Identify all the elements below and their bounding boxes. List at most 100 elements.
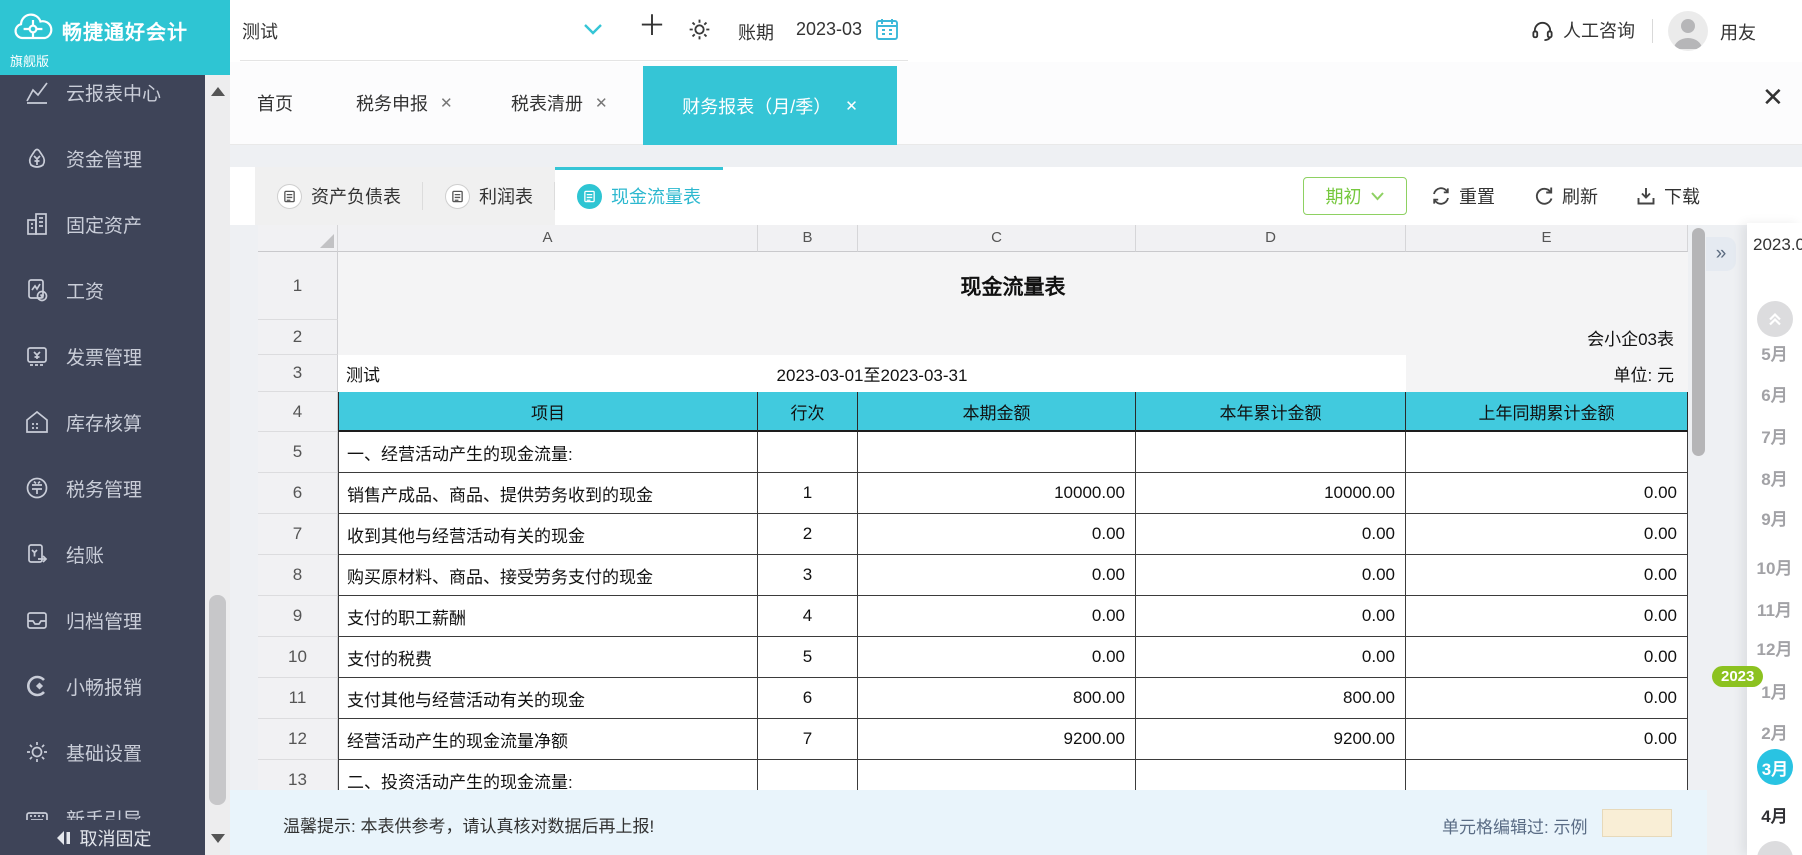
add-account-button[interactable]: ＋ [638,12,666,40]
report-tab-cash-flow-active[interactable]: 现金流量表 [555,167,723,225]
month-item-active[interactable]: 3月 [1757,749,1793,785]
period-value[interactable]: 2023-03 [796,19,862,40]
table-header-line[interactable]: 行次 [758,392,858,432]
row-number[interactable]: 8 [258,555,338,596]
table-header-current[interactable]: 本期金额 [858,392,1136,432]
unit-cell[interactable]: 单位: 元 [1406,355,1688,392]
value-cell[interactable]: 0.00 [1406,637,1688,678]
row-number[interactable]: 10 [258,637,338,678]
sidebar-item-invoices[interactable]: 发票管理 [0,323,205,389]
settings-gear-icon[interactable] [686,16,713,48]
month-item[interactable]: 9月 [1747,505,1802,530]
close-icon[interactable]: ✕ [1762,84,1784,110]
sidebar-item-cloud-reports[interactable]: 云报表中心 [0,75,205,125]
sidebar-item-funds[interactable]: 资金管理 [0,125,205,191]
row-number[interactable]: 13 [258,760,338,790]
chevron-down-icon[interactable] [582,22,604,41]
column-header-c[interactable]: C [858,225,1136,252]
avatar[interactable] [1668,11,1708,51]
item-cell[interactable]: 销售产成品、商品、提供劳务收到的现金 [338,473,758,514]
sidebar-item-tax[interactable]: 税务管理 [0,455,205,521]
month-item[interactable]: 6月 [1747,381,1802,406]
value-cell[interactable]: 0.00 [1136,555,1406,596]
sidebar-scroll-up-icon[interactable] [211,87,225,96]
month-item[interactable]: 8月 [1747,465,1802,490]
month-item[interactable]: 4月 [1747,802,1802,827]
value-cell[interactable]: 800.00 [1136,678,1406,719]
line-cell[interactable]: 1 [758,473,858,514]
value-cell[interactable]: 0.00 [1136,596,1406,637]
month-item[interactable]: 10月 [1747,554,1802,579]
item-cell[interactable]: 购买原材料、商品、接受劳务支付的现金 [338,555,758,596]
row-number[interactable]: 6 [258,473,338,514]
row-number[interactable]: 7 [258,514,338,555]
close-tab-icon[interactable]: ✕ [845,97,858,115]
month-item[interactable]: 11月 [1747,596,1802,621]
sidebar-scroll-down-icon[interactable] [211,834,225,843]
row-number[interactable]: 9 [258,596,338,637]
column-header-a[interactable]: A [338,225,758,252]
tab-tax-filing[interactable]: 税务申报 ✕ [356,90,453,116]
column-header-d[interactable]: D [1136,225,1406,252]
sheet-scrollbar[interactable] [1692,228,1705,786]
value-cell[interactable]: 0.00 [858,637,1136,678]
item-cell[interactable]: 二、投资活动产生的现金流量: [338,760,758,790]
scroll-months-down-button[interactable] [1757,841,1793,855]
item-cell[interactable]: 支付的税费 [338,637,758,678]
item-cell[interactable]: 支付其他与经营活动有关的现金 [338,678,758,719]
line-cell[interactable]: 7 [758,719,858,760]
line-cell[interactable]: 3 [758,555,858,596]
value-cell[interactable]: 10000.00 [1136,473,1406,514]
item-cell[interactable]: 经营活动产生的现金流量净额 [338,719,758,760]
value-cell[interactable] [1406,760,1688,790]
line-cell[interactable]: 2 [758,514,858,555]
month-item[interactable]: 7月 [1747,423,1802,448]
month-item[interactable]: 12月 [1747,635,1802,660]
value-cell[interactable]: 0.00 [1406,596,1688,637]
sidebar-scrollbar-thumb[interactable] [209,595,226,805]
sidebar-item-inventory[interactable]: 库存核算 [0,389,205,455]
close-tab-icon[interactable]: ✕ [440,94,453,112]
value-cell[interactable]: 9200.00 [858,719,1136,760]
user-name[interactable]: 用友 [1720,19,1756,45]
scroll-months-up-button[interactable] [1757,301,1793,337]
column-header-b[interactable]: B [758,225,858,252]
form-code-cell[interactable]: 会小企03表 [338,320,1688,355]
account-selector[interactable]: 测试 [242,18,278,44]
value-cell[interactable]: 10000.00 [858,473,1136,514]
column-header-e[interactable]: E [1406,225,1688,252]
sidebar-scrollbar[interactable] [205,75,230,855]
value-cell[interactable]: 0.00 [1406,555,1688,596]
item-cell[interactable]: 一、经营活动产生的现金流量: [338,432,758,473]
value-cell[interactable]: 0.00 [858,514,1136,555]
value-cell[interactable] [1136,760,1406,790]
row-number[interactable]: 2 [258,320,338,355]
row-number[interactable]: 11 [258,678,338,719]
row-number[interactable]: 5 [258,432,338,473]
line-cell[interactable]: 6 [758,678,858,719]
sheet-scrollbar-thumb[interactable] [1692,228,1705,456]
value-cell[interactable]: 0.00 [1406,514,1688,555]
report-tab-income-statement[interactable]: 利润表 [423,167,555,225]
download-button[interactable]: 下载 [1635,183,1700,209]
close-tab-icon[interactable]: ✕ [595,94,608,112]
value-cell[interactable]: 0.00 [1406,473,1688,514]
table-header-item[interactable]: 项目 [338,392,758,432]
value-cell[interactable] [1406,432,1688,473]
opening-balance-button[interactable]: 期初 [1303,177,1407,215]
collapse-panel-toggle[interactable]: » [1706,237,1736,271]
calendar-icon[interactable] [874,16,900,47]
sidebar-item-settings[interactable]: 基础设置 [0,719,205,785]
line-cell[interactable]: 4 [758,596,858,637]
sidebar-item-closing[interactable]: 结账 [0,521,205,587]
tab-tax-register[interactable]: 税表清册 ✕ [511,90,608,116]
row-number[interactable]: 3 [258,355,338,392]
item-cell[interactable]: 支付的职工薪酬 [338,596,758,637]
value-cell[interactable] [858,432,1136,473]
value-cell[interactable]: 0.00 [1136,514,1406,555]
refresh-button[interactable]: 刷新 [1533,183,1598,209]
reset-button[interactable]: 重置 [1430,183,1495,209]
sheet-title-cell[interactable]: 现金流量表 [338,252,1688,320]
sidebar-item-fixed-assets[interactable]: 固定资产 [0,191,205,257]
tab-financial-reports-active[interactable]: 财务报表（月/季） ✕ [643,66,897,145]
